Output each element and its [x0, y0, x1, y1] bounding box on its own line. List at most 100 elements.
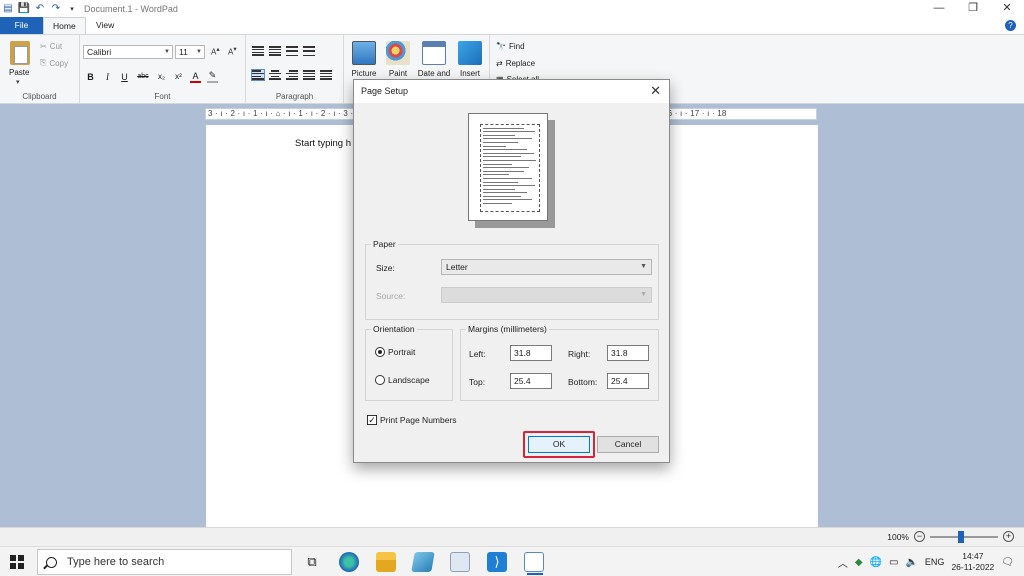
grow-font-icon[interactable]: A▴ [211, 45, 220, 57]
paste-icon[interactable] [10, 41, 30, 65]
window-controls: — ❐ ✕ [922, 0, 1024, 17]
text-color-icon[interactable]: A [190, 71, 201, 83]
bold-icon[interactable]: B [85, 72, 96, 82]
subscript-icon[interactable]: x₂ [156, 72, 167, 81]
orientation-group: Orientation Portrait Landscape [365, 324, 453, 401]
justify-icon[interactable] [303, 70, 315, 80]
date-time-button[interactable]: Date and [417, 41, 451, 78]
tab-view[interactable]: View [87, 17, 123, 34]
preview-text-line [483, 185, 536, 187]
clock[interactable]: 14:47 26-11-2022 [951, 551, 994, 573]
increase-indent-icon[interactable] [269, 46, 281, 56]
top-margin-field[interactable]: 25.4 [510, 373, 552, 389]
insert-object-button[interactable]: Insert [453, 41, 487, 78]
zoom-slider[interactable] [930, 530, 998, 543]
bullet-list-icon[interactable] [286, 46, 298, 56]
paper-legend: Paper [371, 239, 398, 249]
clock-date: 26-11-2022 [951, 562, 995, 572]
strikethrough-icon[interactable]: abc [136, 73, 150, 80]
window-title: Document.1 - WordPad [84, 3, 178, 14]
file-explorer-icon[interactable] [376, 552, 396, 572]
tab-file[interactable]: File [0, 17, 43, 34]
save-icon[interactable]: 💾 [18, 3, 30, 15]
right-margin-label: Right: [568, 349, 591, 359]
system-tray: ︿ ◆ 🌐 ▭ 🔈 ENG 14:47 26-11-2022 🗨 [838, 547, 1024, 576]
close-button[interactable]: ✕ [990, 0, 1024, 17]
customize-toolbar-icon[interactable]: ▾ [66, 3, 78, 15]
cancel-button[interactable]: Cancel [597, 436, 659, 453]
preview-text-line [483, 203, 512, 205]
task-view-icon[interactable]: ⧉ [302, 552, 322, 572]
bottom-margin-field[interactable]: 25.4 [607, 373, 649, 389]
volume-icon[interactable]: 🔈 [905, 557, 917, 568]
wordpad-taskbar-icon[interactable] [524, 552, 544, 575]
print-page-numbers-checkbox[interactable]: ✓ Print Page Numbers [367, 415, 457, 425]
ok-button[interactable]: OK [528, 436, 590, 453]
paragraph-group-label: Paragraph [275, 92, 314, 101]
edge-browser-icon[interactable] [339, 552, 359, 572]
language-indicator[interactable]: ENG [925, 557, 945, 567]
chevron-up-icon[interactable]: ︿ [838, 555, 848, 570]
redo-icon[interactable]: ↷ [50, 3, 62, 15]
paste-dropdown-icon[interactable]: ▾ [16, 78, 20, 86]
document-text[interactable]: Start typing h [295, 138, 351, 149]
zoom-control: 100% − + [887, 530, 1014, 543]
preview-text-line [483, 149, 527, 151]
paint-drawing-button[interactable]: Paint [381, 41, 415, 78]
paragraph-group: Paragraph [246, 35, 344, 103]
zoom-out-icon[interactable]: − [914, 531, 925, 542]
decrease-indent-icon[interactable] [252, 46, 264, 56]
undo-icon[interactable]: ↶ [34, 3, 46, 15]
paragraph-settings-icon[interactable] [320, 70, 332, 80]
preview-text-line [483, 134, 515, 136]
app-icon-3[interactable] [411, 552, 435, 572]
copy-button[interactable]: ⎘ Copy [40, 58, 68, 68]
windows-start-icon[interactable] [10, 555, 24, 569]
portrait-radio-dot [375, 347, 385, 357]
zoom-slider-thumb[interactable] [958, 530, 964, 543]
vscode-icon[interactable]: ⟩ [487, 552, 507, 572]
align-left-icon[interactable] [251, 69, 265, 81]
left-margin-field[interactable]: 31.8 [510, 345, 552, 361]
preview-text-line [483, 131, 536, 133]
taskbar-search-box[interactable]: Type here to search [37, 549, 292, 575]
underline-icon[interactable]: U [119, 72, 130, 82]
copy-icon: ⎘ [40, 58, 47, 67]
battery-icon[interactable]: ▭ [889, 557, 898, 568]
paper-group: Paper Size: Letter ▼ Source: ▼ [365, 239, 659, 320]
dialog-close-icon[interactable]: ✕ [650, 83, 661, 99]
help-icon[interactable]: ? [1005, 20, 1016, 31]
align-center-icon[interactable] [269, 70, 281, 80]
minimize-button[interactable]: — [922, 0, 956, 17]
network-globe-icon[interactable]: 🌐 [870, 557, 882, 568]
line-spacing-icon[interactable] [303, 46, 315, 56]
align-right-icon[interactable] [286, 70, 298, 80]
replace-button[interactable]: ⇄ Replace [496, 59, 535, 68]
highlight-color-icon[interactable]: ✎ [207, 70, 218, 83]
zoom-in-icon[interactable]: + [1003, 531, 1014, 542]
paper-size-select[interactable]: Letter ▼ [441, 259, 652, 275]
maximize-button[interactable]: ❐ [956, 0, 990, 17]
notifications-icon[interactable]: 🗨 [1001, 557, 1014, 568]
portrait-radio[interactable]: Portrait [375, 347, 415, 357]
right-margin-field[interactable]: 31.8 [607, 345, 649, 361]
landscape-radio[interactable]: Landscape [375, 375, 430, 385]
paper-size-value: Letter [446, 262, 468, 272]
size-label: Size: [376, 263, 395, 273]
tab-home[interactable]: Home [43, 17, 86, 34]
font-size-select[interactable]: 11 ▼ [175, 45, 205, 59]
source-label: Source: [376, 291, 406, 301]
preview-text-line [483, 199, 533, 201]
italic-icon[interactable]: I [102, 72, 113, 82]
picture-button[interactable]: Picture [347, 41, 381, 78]
shrink-font-icon[interactable]: A▾ [228, 45, 237, 57]
cut-button[interactable]: ✂ Cut [40, 42, 62, 51]
app-tray-icon[interactable]: ◆ [855, 557, 863, 568]
top-margin-label: Top: [469, 377, 486, 387]
paste-button[interactable]: Paste [9, 68, 29, 77]
find-button[interactable]: 🔭 Find [496, 42, 525, 51]
font-family-select[interactable]: Calibri ▼ [83, 45, 173, 59]
superscript-icon[interactable]: x² [173, 72, 184, 81]
chevron-down-icon: ▼ [164, 49, 170, 55]
photos-icon[interactable] [450, 552, 470, 572]
